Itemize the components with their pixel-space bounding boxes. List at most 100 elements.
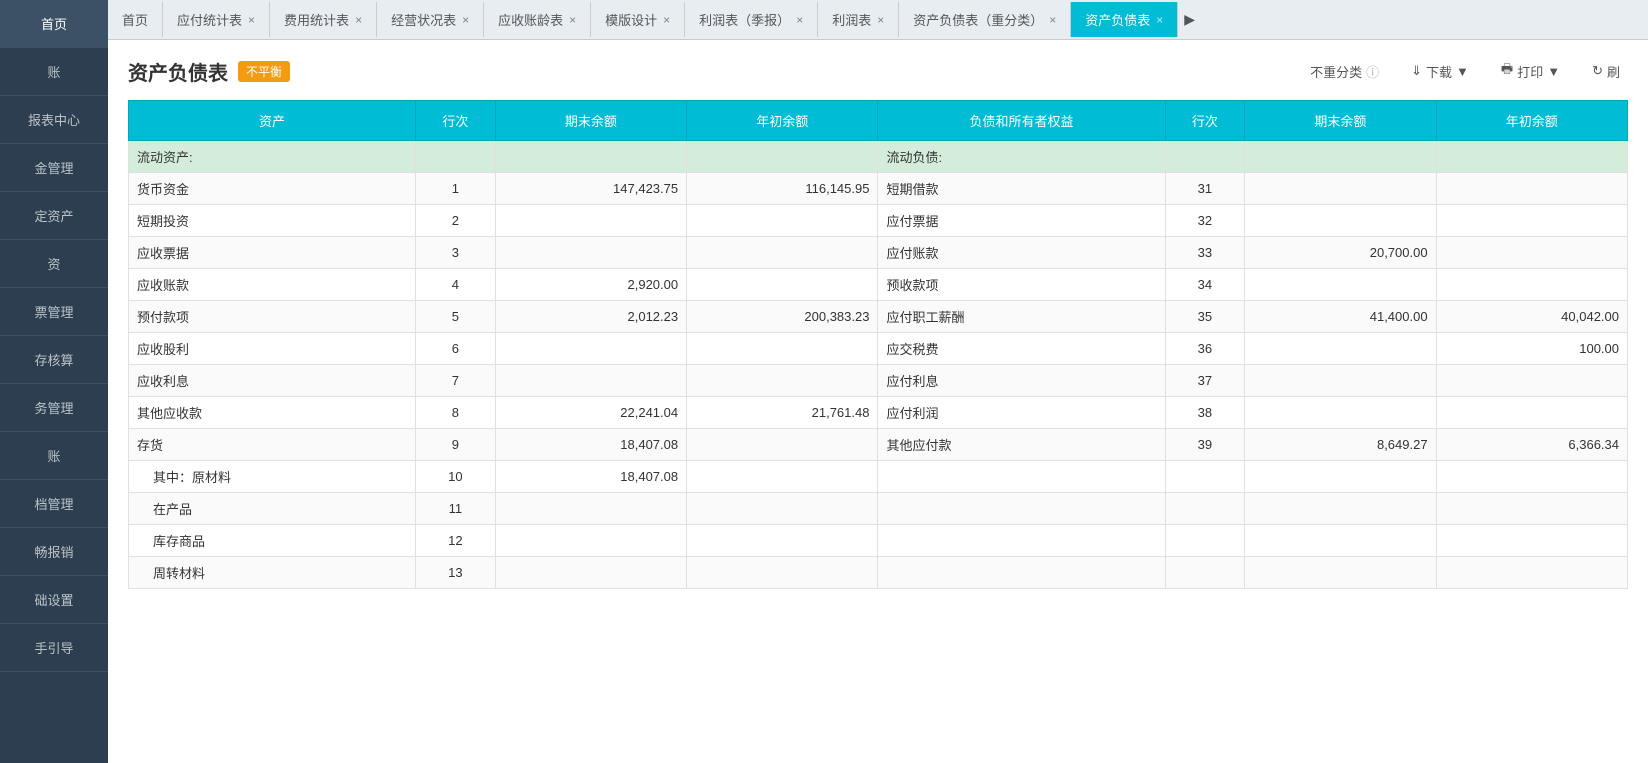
tab-close-balance-reclassify[interactable]: × (1049, 13, 1056, 27)
asset-label[interactable]: 短期投资 (129, 205, 416, 237)
tab-template-design[interactable]: 模版设计 × (591, 2, 685, 37)
sidebar-item-capital[interactable]: 资 (0, 240, 108, 288)
liability-period-end[interactable] (1245, 333, 1436, 365)
asset-period-end[interactable]: 22,241.04 (495, 397, 686, 429)
liability-year-start[interactable] (1436, 557, 1627, 589)
liability-label[interactable]: 应交税费 (878, 333, 1165, 365)
asset-label[interactable]: 其他应收款 (129, 397, 416, 429)
tab-receivable-aging[interactable]: 应收账龄表 × (484, 2, 591, 37)
liability-label[interactable]: 短期借款 (878, 173, 1165, 205)
liability-period-end[interactable] (1245, 557, 1436, 589)
liability-label[interactable]: 应付利息 (878, 365, 1165, 397)
asset-year-start[interactable] (687, 557, 878, 589)
asset-period-end[interactable] (495, 365, 686, 397)
asset-year-start[interactable] (687, 525, 878, 557)
liability-year-start[interactable] (1436, 237, 1627, 269)
liability-label[interactable]: 应付票据 (878, 205, 1165, 237)
sidebar-item-cash-mgmt[interactable]: 金管理 (0, 144, 108, 192)
print-btn[interactable]: 🖶 打印 ▼ (1493, 56, 1568, 86)
sidebar-item-settings[interactable]: 础设置 (0, 576, 108, 624)
liability-year-start[interactable] (1436, 525, 1627, 557)
tab-home[interactable]: 首页 (108, 2, 163, 37)
liability-year-start[interactable]: 6,366.34 (1436, 429, 1627, 461)
liability-period-end[interactable] (1245, 461, 1436, 493)
no-reclassify-btn[interactable]: 不重分类 ⓘ (1302, 58, 1387, 85)
liability-year-start[interactable] (1436, 269, 1627, 301)
asset-period-end[interactable]: 18,407.08 (495, 429, 686, 461)
sidebar-item-ledger[interactable]: 账 (0, 48, 108, 96)
liability-period-end[interactable]: 8,649.27 (1245, 429, 1436, 461)
asset-label[interactable]: 应收票据 (129, 237, 416, 269)
liability-label[interactable]: 应付职工薪酬 (878, 301, 1165, 333)
asset-year-start[interactable]: 116,145.95 (687, 173, 878, 205)
asset-period-end[interactable] (495, 333, 686, 365)
tab-profit-quarterly[interactable]: 利润表（季报） × (685, 2, 818, 37)
tab-close-profit[interactable]: × (877, 13, 884, 27)
liability-period-end[interactable] (1245, 173, 1436, 205)
tab-profit[interactable]: 利润表 × (818, 2, 899, 37)
asset-year-start[interactable] (687, 461, 878, 493)
tab-close-template-design[interactable]: × (663, 13, 670, 27)
sidebar-item-inventory[interactable]: 存核算 (0, 336, 108, 384)
asset-year-start[interactable] (687, 429, 878, 461)
asset-label[interactable]: 其中：原材料 (129, 461, 416, 493)
tab-close-balance[interactable]: × (1156, 13, 1163, 27)
liability-period-end[interactable] (1245, 205, 1436, 237)
liability-period-end[interactable] (1245, 365, 1436, 397)
tab-expense-stats[interactable]: 费用统计表 × (270, 2, 377, 37)
asset-label[interactable]: 周转材料 (129, 557, 416, 589)
asset-year-start[interactable] (687, 237, 878, 269)
asset-year-start[interactable] (687, 365, 878, 397)
asset-label[interactable]: 存货 (129, 429, 416, 461)
sidebar-item-guide[interactable]: 手引导 (0, 624, 108, 672)
sidebar-item-tax-mgmt[interactable]: 务管理 (0, 384, 108, 432)
tab-close-expense-stats[interactable]: × (355, 13, 362, 27)
liability-period-end[interactable]: 41,400.00 (1245, 301, 1436, 333)
asset-year-start[interactable]: 21,761.48 (687, 397, 878, 429)
tab-close-payable-stats[interactable]: × (248, 13, 255, 27)
asset-year-start[interactable] (687, 493, 878, 525)
liability-year-start[interactable] (1436, 397, 1627, 429)
liability-period-end[interactable] (1245, 525, 1436, 557)
asset-period-end[interactable] (495, 237, 686, 269)
tab-close-receivable-aging[interactable]: × (569, 13, 576, 27)
sidebar-item-archive[interactable]: 档管理 (0, 480, 108, 528)
asset-period-end[interactable]: 147,423.75 (495, 173, 686, 205)
tab-nav-right[interactable]: ▶ (1178, 3, 1201, 36)
liability-year-start[interactable] (1436, 493, 1627, 525)
liability-period-end[interactable] (1245, 269, 1436, 301)
download-btn[interactable]: ⇓ 下载 ▼ (1403, 58, 1477, 85)
refresh-btn[interactable]: ↻ 刷 (1584, 58, 1628, 85)
liability-label[interactable]: 应付利润 (878, 397, 1165, 429)
asset-period-end[interactable]: 2,920.00 (495, 269, 686, 301)
tab-close-operations[interactable]: × (462, 13, 469, 27)
sidebar-item-expense[interactable]: 畅报销 (0, 528, 108, 576)
liability-year-start[interactable] (1436, 461, 1627, 493)
asset-period-end[interactable] (495, 525, 686, 557)
asset-period-end[interactable] (495, 493, 686, 525)
liability-label[interactable] (878, 493, 1165, 525)
asset-period-end[interactable]: 18,407.08 (495, 461, 686, 493)
liability-year-start[interactable] (1436, 365, 1627, 397)
asset-period-end[interactable] (495, 557, 686, 589)
asset-year-start[interactable]: 200,383.23 (687, 301, 878, 333)
asset-label[interactable]: 应收利息 (129, 365, 416, 397)
tab-payable-stats[interactable]: 应付统计表 × (163, 2, 270, 37)
tab-balance[interactable]: 资产负债表 × (1071, 2, 1178, 37)
sidebar-item-fixed-assets[interactable]: 定资产 (0, 192, 108, 240)
tab-close-profit-quarterly[interactable]: × (796, 13, 803, 27)
asset-year-start[interactable] (687, 205, 878, 237)
sidebar-item-report-center[interactable]: 报表中心 (0, 96, 108, 144)
liability-label[interactable]: 应付账款 (878, 237, 1165, 269)
sidebar-item-home[interactable]: 首页 (0, 0, 108, 48)
liability-year-start[interactable] (1436, 205, 1627, 237)
asset-label[interactable]: 货币资金 (129, 173, 416, 205)
liability-label[interactable] (878, 461, 1165, 493)
liability-label[interactable] (878, 557, 1165, 589)
liability-label[interactable]: 预收款项 (878, 269, 1165, 301)
asset-year-start[interactable] (687, 269, 878, 301)
sidebar-item-ticket-mgmt[interactable]: 票管理 (0, 288, 108, 336)
asset-period-end[interactable]: 2,012.23 (495, 301, 686, 333)
asset-year-start[interactable] (687, 333, 878, 365)
liability-year-start[interactable]: 40,042.00 (1436, 301, 1627, 333)
